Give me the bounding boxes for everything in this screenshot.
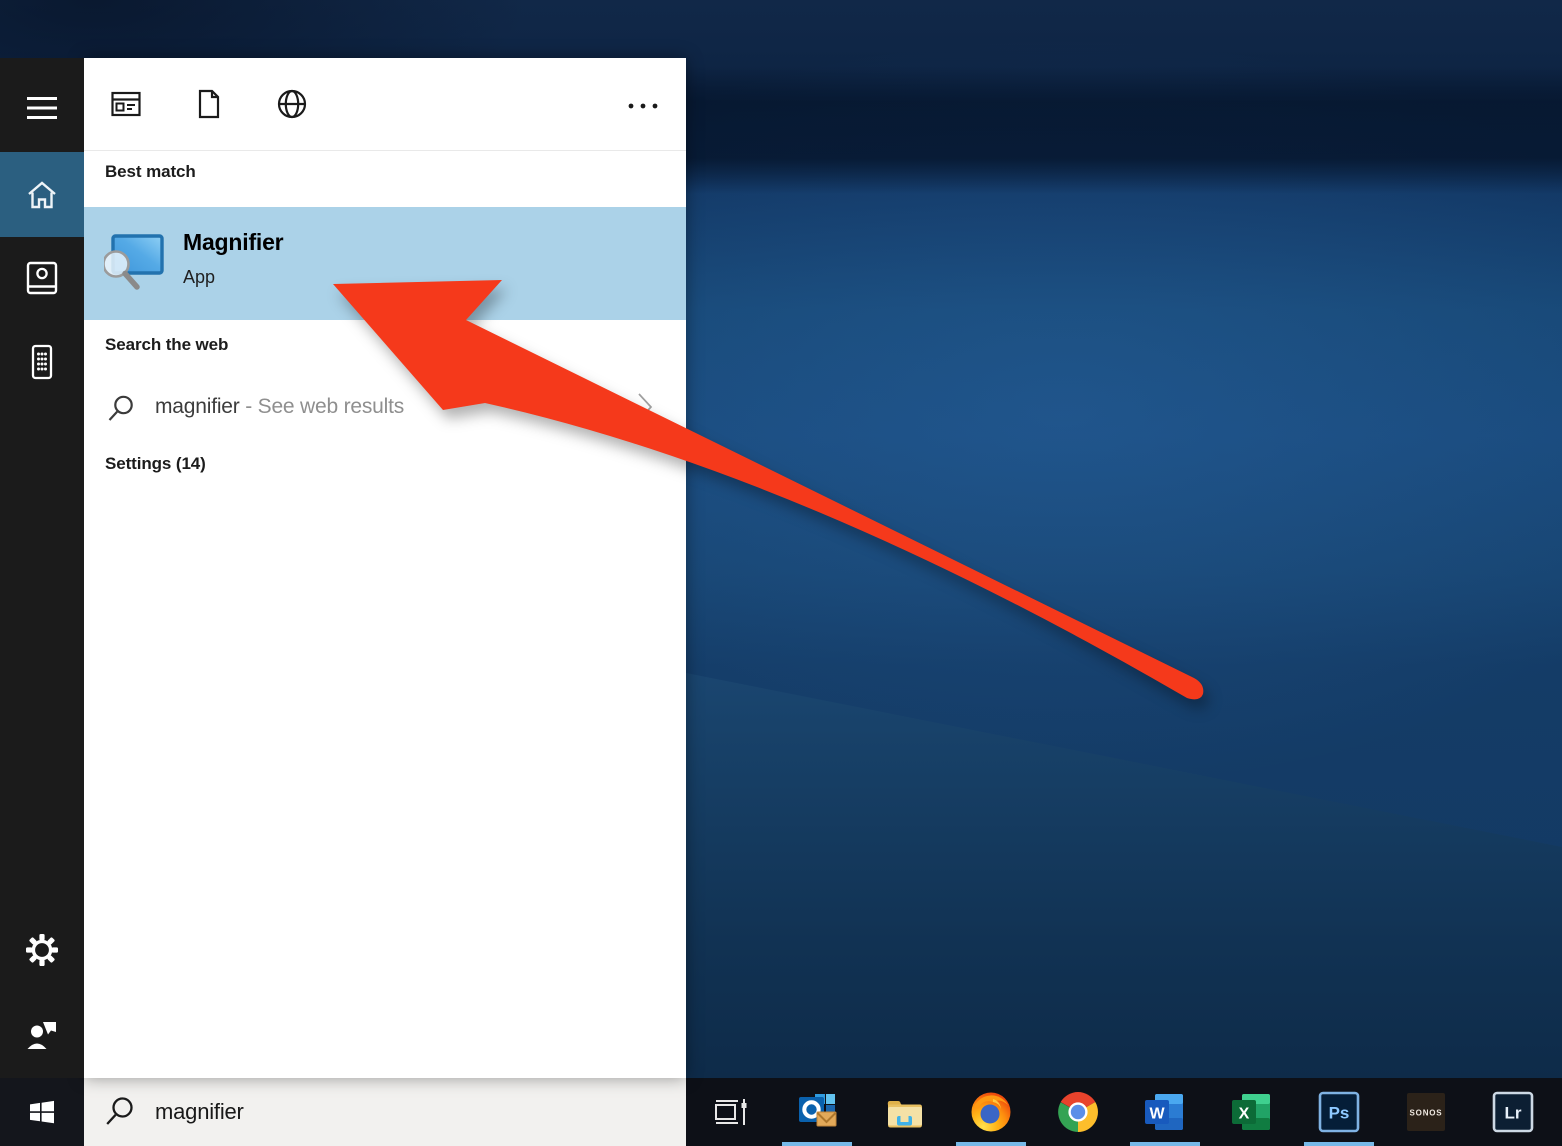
photoshop-letter: Ps	[1328, 1104, 1349, 1123]
sidebar-item-home[interactable]	[0, 152, 84, 237]
chevron-right-icon	[636, 392, 654, 422]
web-globe-icon	[277, 89, 307, 119]
best-match-header: Best match	[105, 162, 196, 182]
windows-start-icon	[27, 1098, 57, 1126]
taskbar-app-file-explorer[interactable]	[860, 1078, 947, 1146]
taskbar-app-photoshop[interactable]: Ps	[1295, 1078, 1382, 1146]
taskbar-search-value: magnifier	[155, 1099, 244, 1125]
web-result-query: magnifier	[155, 395, 240, 418]
wallpaper-ridge	[686, 600, 1562, 1078]
taskbar-app-firefox[interactable]	[947, 1078, 1034, 1146]
taskbar-app-outlook[interactable]	[773, 1078, 860, 1146]
hamburger-menu-icon	[26, 96, 58, 120]
excel-icon: X	[1230, 1090, 1274, 1134]
search-sidebar	[0, 58, 84, 1078]
running-indicator	[956, 1142, 1026, 1146]
best-match-result-magnifier[interactable]: Magnifier App	[84, 207, 686, 320]
settings-header: Settings (14)	[105, 454, 206, 474]
running-indicator	[1130, 1142, 1200, 1146]
sidebar-item-settings[interactable]	[0, 922, 84, 978]
best-match-subtitle: App	[183, 267, 215, 288]
taskbar-app-excel[interactable]: X	[1208, 1078, 1295, 1146]
outlook-icon	[794, 1090, 840, 1134]
gear-icon	[24, 932, 60, 968]
flyout-filter-bar	[84, 58, 686, 151]
word-letter: W	[1149, 1106, 1165, 1123]
filter-apps-button[interactable]	[104, 82, 148, 126]
more-ellipsis-icon	[627, 102, 661, 110]
taskbar-search-box[interactable]: magnifier	[84, 1078, 686, 1146]
web-search-result[interactable]: magnifier - See web results	[84, 378, 686, 440]
best-match-title: Magnifier	[183, 229, 283, 256]
taskbar-app-chrome[interactable]	[1034, 1078, 1121, 1146]
excel-letter: X	[1238, 1106, 1249, 1123]
taskbar-app-lightroom[interactable]: Lr	[1469, 1078, 1556, 1146]
filter-web-button[interactable]	[270, 82, 314, 126]
magnifier-app-icon	[104, 234, 164, 294]
lightroom-letter: Lr	[1504, 1104, 1521, 1123]
lightroom-icon: Lr	[1491, 1090, 1535, 1134]
task-view-icon	[708, 1090, 752, 1134]
web-result-hint: - See web results	[245, 395, 404, 418]
taskbar-app-word[interactable]: W	[1121, 1078, 1208, 1146]
sidebar-item-feedback[interactable]	[0, 1007, 84, 1063]
console-icon	[30, 344, 54, 380]
chrome-icon	[1056, 1090, 1100, 1134]
sidebar-item-contacts[interactable]	[0, 250, 84, 306]
running-indicator	[782, 1142, 852, 1146]
hamburger-menu-button[interactable]	[0, 80, 84, 136]
search-flyout-panel: Best match Magnifier App	[84, 58, 686, 1078]
sonos-icon: SONOS	[1404, 1090, 1448, 1134]
start-button[interactable]	[0, 1078, 84, 1146]
home-icon	[27, 181, 57, 209]
file-explorer-icon	[882, 1090, 926, 1134]
screen: Best match Magnifier App	[0, 0, 1562, 1146]
photoshop-icon: Ps	[1317, 1090, 1361, 1134]
documents-icon	[197, 89, 221, 119]
firefox-icon	[969, 1090, 1013, 1134]
apps-icon	[111, 91, 141, 117]
word-icon: W	[1143, 1090, 1187, 1134]
search-icon	[106, 394, 136, 424]
taskbar: magnifier	[0, 1078, 1562, 1146]
feedback-icon	[25, 1018, 59, 1052]
taskbar-app-sonos[interactable]: SONOS	[1382, 1078, 1469, 1146]
running-indicator	[1304, 1142, 1374, 1146]
search-web-header: Search the web	[105, 335, 228, 355]
web-result-text: magnifier - See web results	[155, 395, 404, 419]
filter-documents-button[interactable]	[187, 82, 231, 126]
task-view-button[interactable]	[686, 1078, 773, 1146]
search-icon	[104, 1096, 136, 1128]
contacts-icon	[26, 261, 58, 295]
more-options-button[interactable]	[622, 94, 666, 118]
sidebar-item-console[interactable]	[0, 334, 84, 390]
sonos-letter: SONOS	[1409, 1109, 1442, 1118]
taskbar-app-icons: W X Ps	[686, 1078, 1556, 1146]
